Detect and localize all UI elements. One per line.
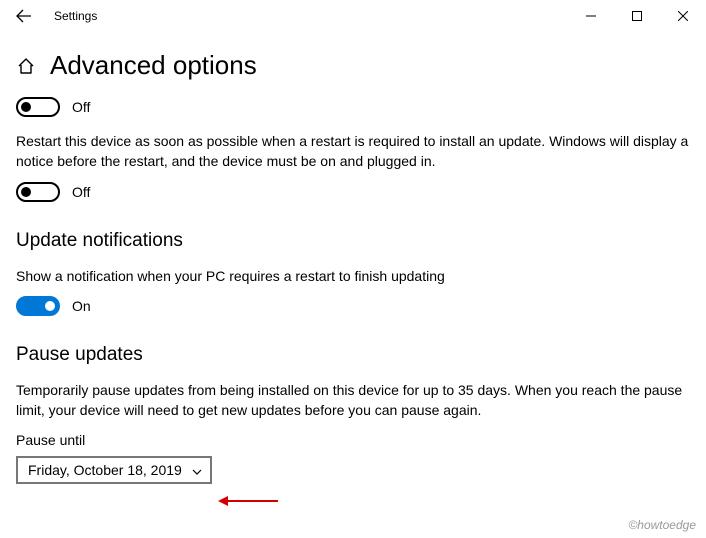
watermark: ©howtoedge <box>628 518 696 532</box>
back-arrow-icon <box>16 8 32 24</box>
home-icon[interactable] <box>16 56 36 76</box>
pause-until-value: Friday, October 18, 2019 <box>28 462 182 478</box>
content-area: Advanced options Off Restart this device… <box>0 32 706 484</box>
notifications-toggle-label: On <box>72 298 91 314</box>
minimize-button[interactable] <box>568 0 614 32</box>
page-header: Advanced options <box>16 50 690 81</box>
close-icon <box>678 11 688 21</box>
annotation-arrow <box>218 494 278 510</box>
window-controls <box>568 0 706 32</box>
toggle-knob <box>45 301 55 311</box>
toggle-2[interactable] <box>16 182 60 202</box>
window-title: Settings <box>54 9 97 23</box>
toggle-1-label: Off <box>72 99 90 115</box>
toggle-knob <box>21 102 31 112</box>
page-title: Advanced options <box>50 50 257 81</box>
notifications-toggle[interactable] <box>16 296 60 316</box>
close-button[interactable] <box>660 0 706 32</box>
toggle-row-1: Off <box>16 97 690 117</box>
back-button[interactable] <box>8 0 40 32</box>
notifications-heading: Update notifications <box>16 230 690 252</box>
chevron-down-icon <box>192 462 202 478</box>
toggle-1[interactable] <box>16 97 60 117</box>
pause-until-label: Pause until <box>16 432 690 448</box>
notifications-desc: Show a notification when your PC require… <box>16 266 690 286</box>
maximize-icon <box>632 11 642 21</box>
toggle-row-2: Off <box>16 182 690 202</box>
pause-desc: Temporarily pause updates from being ins… <box>16 380 690 421</box>
maximize-button[interactable] <box>614 0 660 32</box>
minimize-icon <box>586 11 596 21</box>
toggle-2-label: Off <box>72 184 90 200</box>
toggle-knob <box>21 187 31 197</box>
restart-description: Restart this device as soon as possible … <box>16 131 690 172</box>
pause-until-dropdown[interactable]: Friday, October 18, 2019 <box>16 456 212 484</box>
pause-heading: Pause updates <box>16 344 690 366</box>
titlebar: Settings <box>0 0 706 32</box>
notifications-toggle-row: On <box>16 296 690 316</box>
